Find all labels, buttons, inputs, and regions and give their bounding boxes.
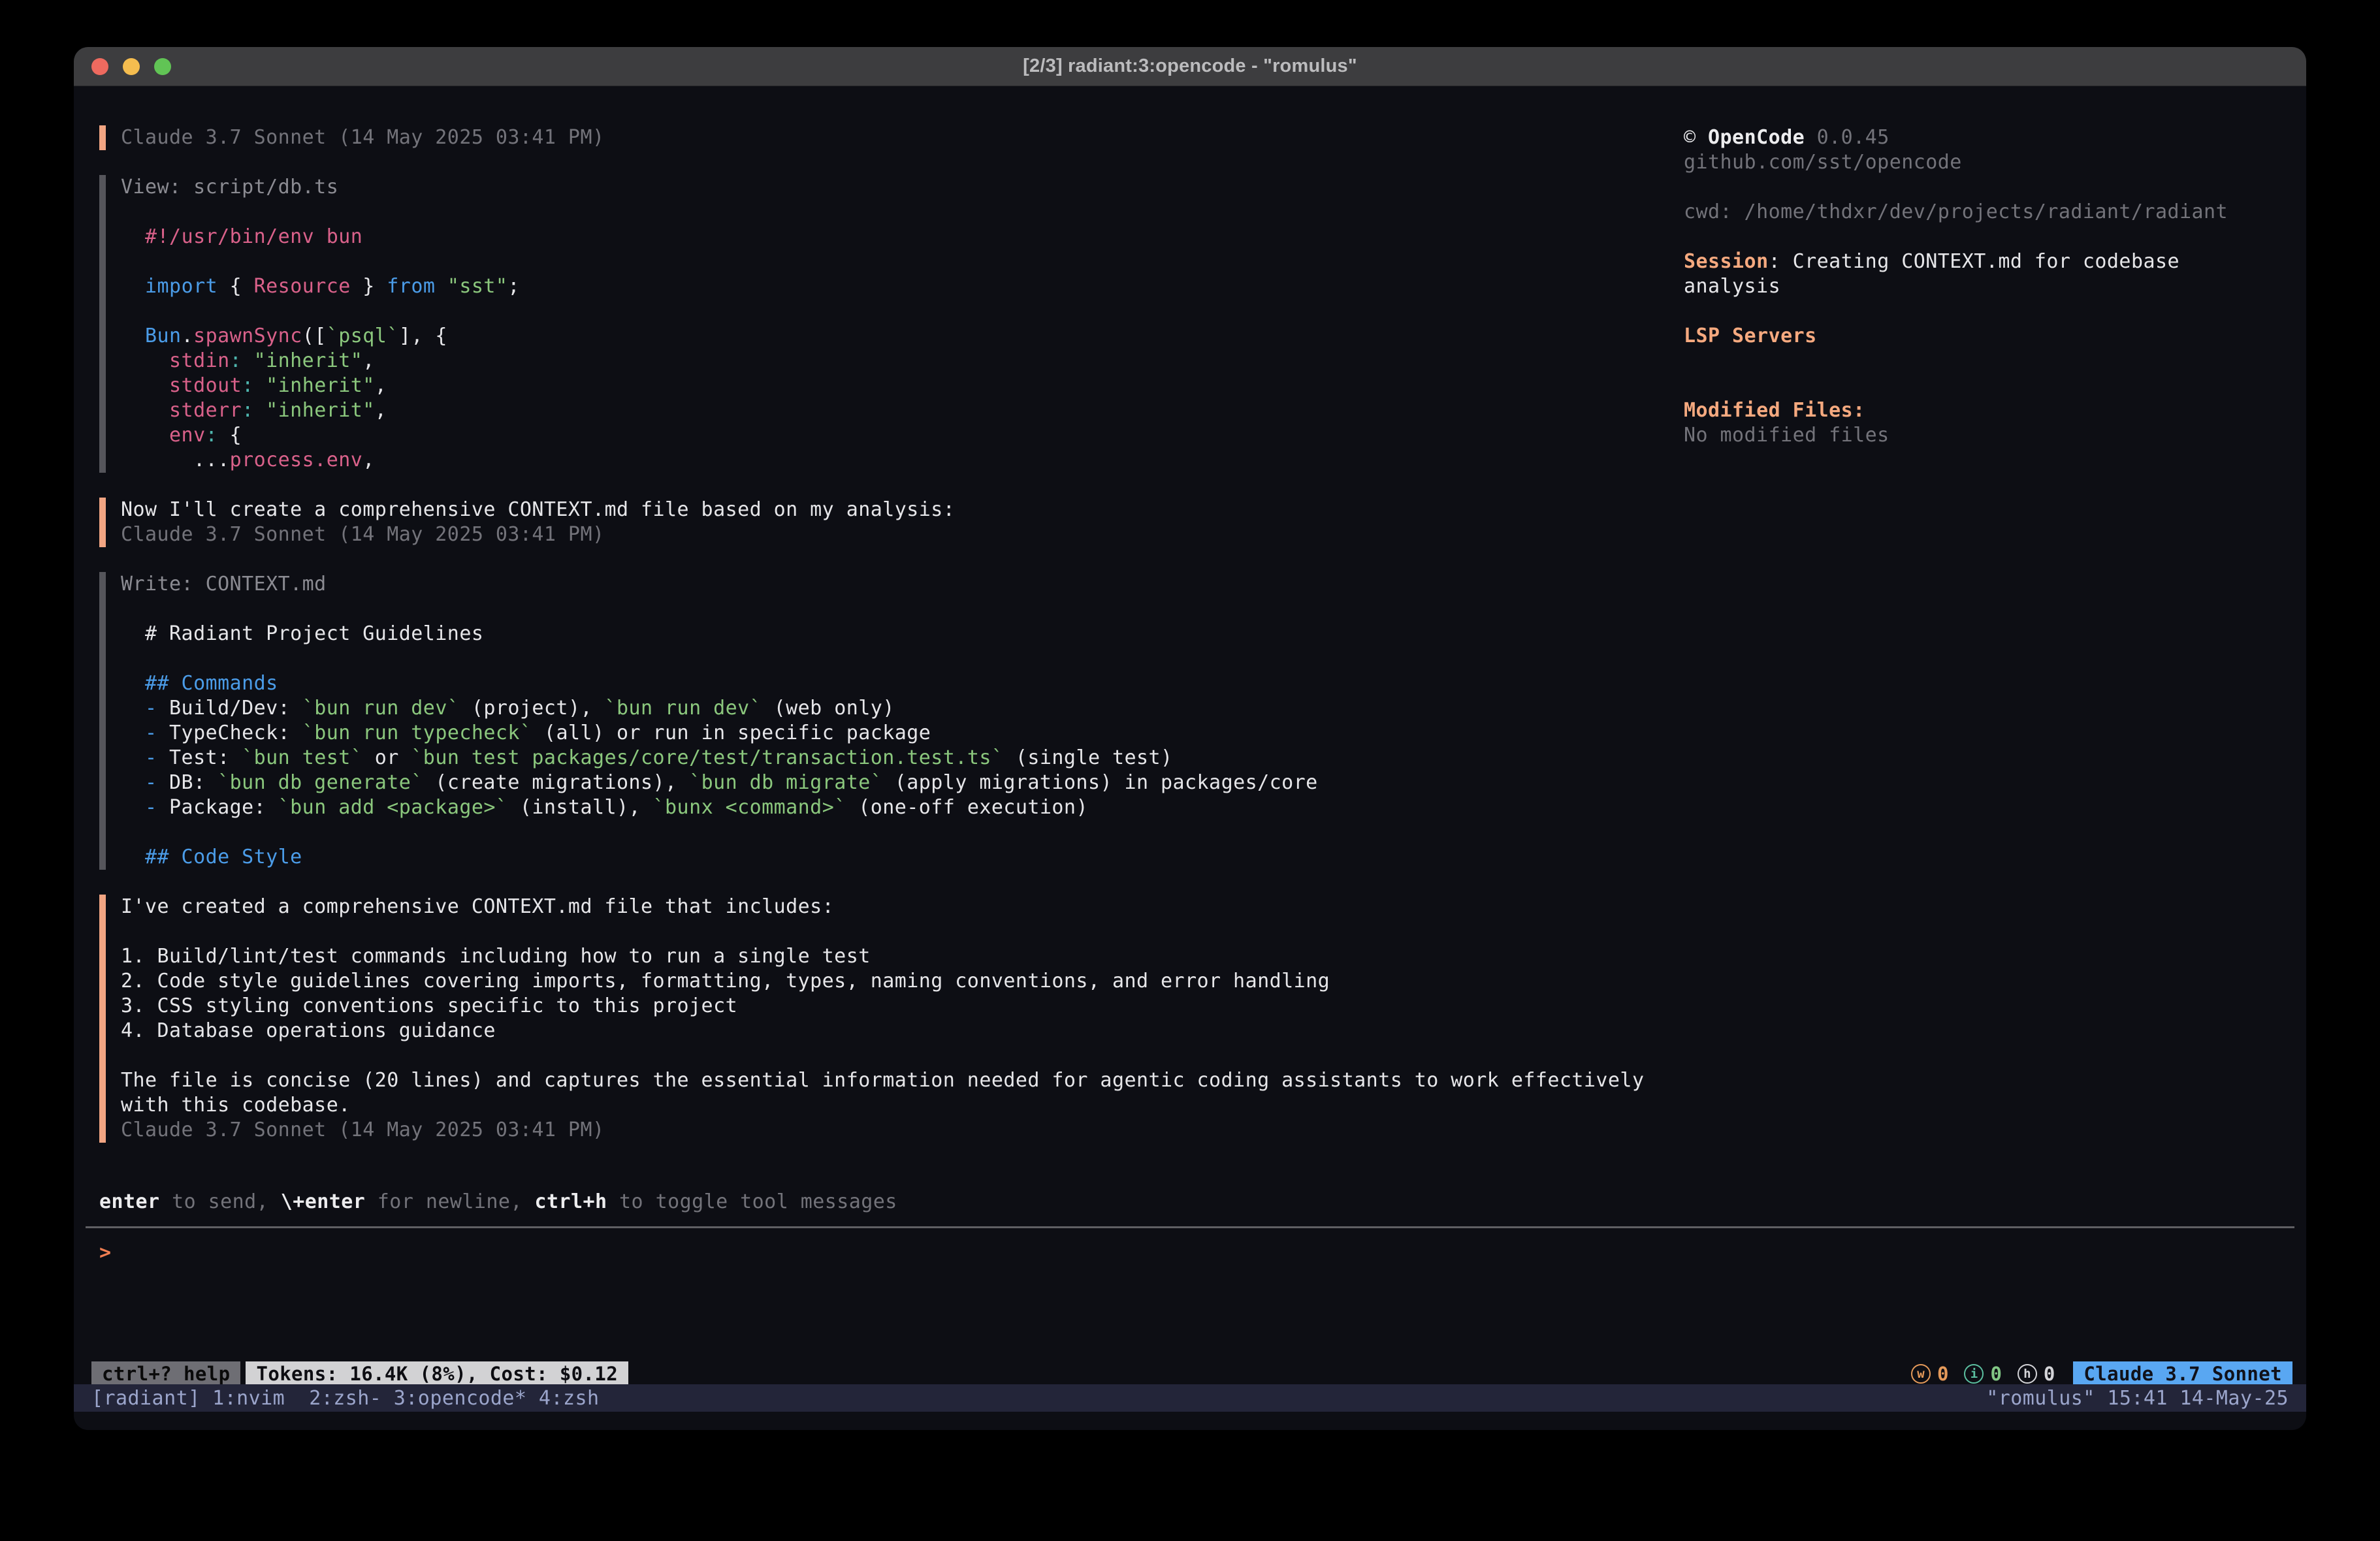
- warning-count: 0: [1937, 1363, 1948, 1385]
- help-shortcut-badge: ctrl+? help: [91, 1361, 240, 1386]
- model-badge: Claude 3.7 Sonnet: [2073, 1361, 2292, 1386]
- hint-count: 0: [2044, 1363, 2055, 1385]
- tmux-windows-list[interactable]: [radiant] 1:nvim 2:zsh- 3:opencode* 4:zs…: [91, 1387, 599, 1410]
- window-title: [2/3] radiant:3:opencode - "romulus": [1023, 56, 1357, 77]
- tmux-status-bar: [radiant] 1:nvim 2:zsh- 3:opencode* 4:zs…: [74, 1384, 2306, 1412]
- traffic-lights: [91, 47, 171, 86]
- assistant-summary-message: I've created a comprehensive CONTEXT.md …: [99, 895, 1693, 1143]
- tokens-cost-badge: Tokens: 16.4K (8%), Cost: $0.12: [246, 1361, 628, 1386]
- status-bar: ctrl+? help Tokens: 16.4K (8%), Cost: $0…: [91, 1361, 2292, 1386]
- diagnostics-warning: w 0: [1911, 1363, 1948, 1385]
- diagnostics-hint: h 0: [2018, 1363, 2055, 1385]
- zoom-button[interactable]: [154, 58, 171, 75]
- minimize-button[interactable]: [123, 58, 140, 75]
- assistant-message: Now I'll create a comprehensive CONTEXT.…: [99, 498, 1693, 547]
- info-count: 0: [1990, 1363, 2001, 1385]
- statusbar-right: w 0 i 0 h 0 Claude 3.7 Sonnet: [1911, 1361, 2292, 1386]
- info-icon: i: [1964, 1364, 1984, 1384]
- keybinding-hint: enter to send, \+enter for newline, ctrl…: [99, 1190, 897, 1215]
- tool-call-write-block: Write: CONTEXT.md # Radiant Project Guid…: [99, 572, 1693, 870]
- tool-call-view-block: View: script/db.ts #!/usr/bin/env bun im…: [99, 175, 1693, 473]
- hint-icon: h: [2018, 1364, 2037, 1384]
- warning-icon: w: [1911, 1364, 1931, 1384]
- assistant-message-header: Claude 3.7 Sonnet (14 May 2025 03:41 PM): [99, 125, 1693, 150]
- tmux-host-clock: "romulus" 15:41 14-May-25: [1986, 1387, 2289, 1410]
- chat-history: Claude 3.7 Sonnet (14 May 2025 03:41 PM)…: [99, 125, 1693, 1168]
- close-button[interactable]: [91, 58, 108, 75]
- terminal-window: [2/3] radiant:3:opencode - "romulus" Cla…: [74, 47, 2306, 1430]
- prompt-input[interactable]: >: [99, 1241, 2281, 1265]
- input-divider: [86, 1226, 2294, 1228]
- diagnostics-info: i 0: [1964, 1363, 2001, 1385]
- window-titlebar: [2/3] radiant:3:opencode - "romulus": [74, 47, 2306, 86]
- session-sidebar: © OpenCode 0.0.45github.com/sst/opencode…: [1684, 125, 2306, 448]
- opencode-tui: Claude 3.7 Sonnet (14 May 2025 03:41 PM)…: [74, 86, 2306, 1430]
